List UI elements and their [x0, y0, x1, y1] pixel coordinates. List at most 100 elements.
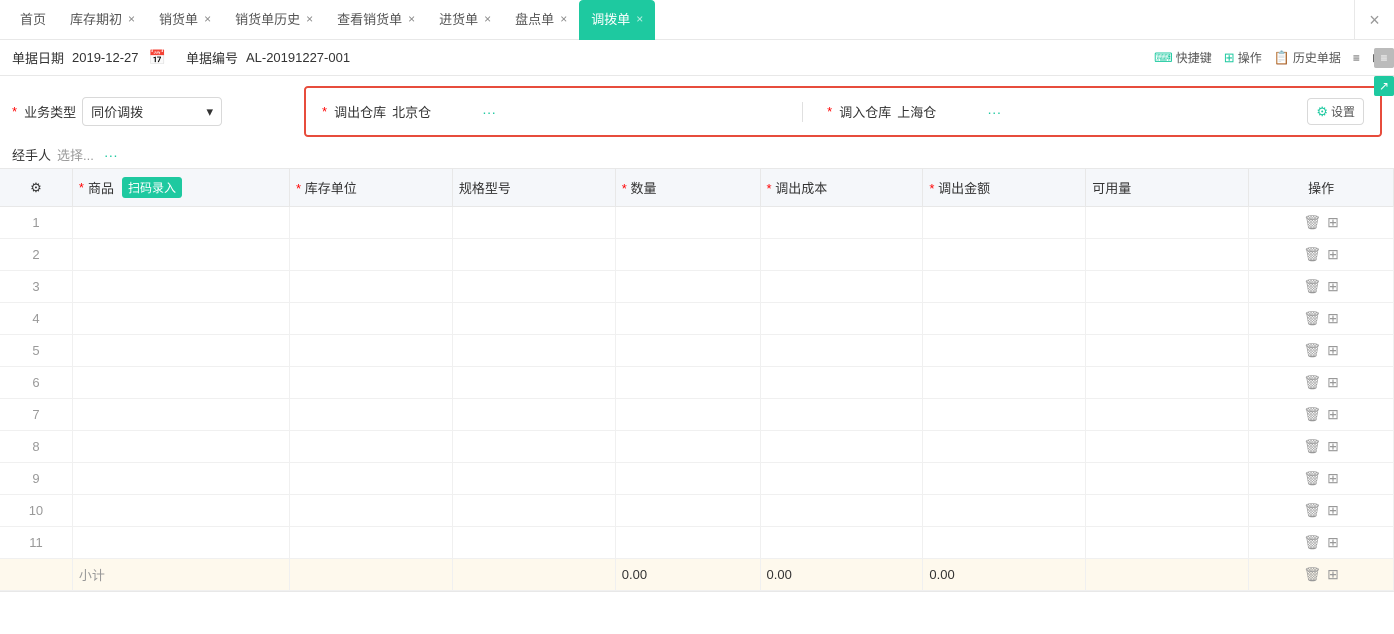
delete-icon-6[interactable]: 🗑 — [1303, 374, 1321, 391]
tab-close-sales-order[interactable]: × — [204, 12, 211, 26]
cell-unit-5[interactable] — [290, 335, 453, 367]
out-warehouse-value[interactable]: 北京仓 — [392, 102, 472, 121]
subtotal-copy-icon[interactable]: ⊞ — [1327, 566, 1339, 583]
cell-amount-1[interactable] — [923, 207, 1086, 239]
copy-icon-7[interactable]: ⊞ — [1327, 406, 1339, 423]
cell-available-6[interactable] — [1086, 367, 1249, 399]
cell-amount-3[interactable] — [923, 271, 1086, 303]
cell-amount-4[interactable] — [923, 303, 1086, 335]
cell-unit-3[interactable] — [290, 271, 453, 303]
cell-unit-6[interactable] — [290, 367, 453, 399]
cell-spec-6[interactable] — [452, 367, 615, 399]
window-close-button[interactable]: × — [1354, 0, 1394, 40]
tab-view-sales[interactable]: 查看销货单 × — [325, 0, 427, 40]
cell-spec-8[interactable] — [452, 431, 615, 463]
copy-icon-8[interactable]: ⊞ — [1327, 438, 1339, 455]
cell-spec-4[interactable] — [452, 303, 615, 335]
person-more-btn[interactable]: ··· — [104, 147, 118, 163]
cell-spec-2[interactable] — [452, 239, 615, 271]
person-select[interactable]: 选择... — [57, 145, 94, 164]
cell-unit-4[interactable] — [290, 303, 453, 335]
cell-product-4[interactable] — [72, 303, 289, 335]
gear-settings-icon[interactable]: ⚙ — [30, 180, 42, 195]
cell-product-11[interactable] — [72, 527, 289, 559]
cell-amount-5[interactable] — [923, 335, 1086, 367]
cell-cost-9[interactable] — [760, 463, 923, 495]
cell-available-7[interactable] — [1086, 399, 1249, 431]
tab-close-inventory-check[interactable]: × — [560, 12, 567, 26]
delete-icon-3[interactable]: 🗑 — [1303, 278, 1321, 295]
cell-available-11[interactable] — [1086, 527, 1249, 559]
tab-sales-order[interactable]: 销货单 × — [147, 0, 223, 40]
cell-cost-10[interactable] — [760, 495, 923, 527]
copy-icon-9[interactable]: ⊞ — [1327, 470, 1339, 487]
cell-spec-5[interactable] — [452, 335, 615, 367]
cell-unit-10[interactable] — [290, 495, 453, 527]
sidebar-notes-icon[interactable]: ≡ — [1374, 48, 1394, 68]
cell-amount-10[interactable] — [923, 495, 1086, 527]
tab-close-view-sales[interactable]: × — [408, 12, 415, 26]
cell-qty-4[interactable] — [615, 303, 760, 335]
cell-qty-2[interactable] — [615, 239, 760, 271]
cell-amount-6[interactable] — [923, 367, 1086, 399]
cell-cost-11[interactable] — [760, 527, 923, 559]
cell-amount-11[interactable] — [923, 527, 1086, 559]
cell-available-4[interactable] — [1086, 303, 1249, 335]
delete-icon-4[interactable]: 🗑 — [1303, 310, 1321, 327]
cell-cost-5[interactable] — [760, 335, 923, 367]
cell-spec-3[interactable] — [452, 271, 615, 303]
tab-inventory-check[interactable]: 盘点单 × — [503, 0, 579, 40]
in-warehouse-more-btn[interactable]: ··· — [987, 104, 1001, 120]
cell-cost-4[interactable] — [760, 303, 923, 335]
cell-product-5[interactable] — [72, 335, 289, 367]
calendar-icon[interactable]: 📅 — [149, 49, 166, 66]
cell-product-9[interactable] — [72, 463, 289, 495]
tab-close-sales-history[interactable]: × — [306, 12, 313, 26]
cell-qty-3[interactable] — [615, 271, 760, 303]
sidebar-export-icon[interactable]: ↗ — [1374, 76, 1394, 96]
cell-amount-8[interactable] — [923, 431, 1086, 463]
copy-icon-6[interactable]: ⊞ — [1327, 374, 1339, 391]
cell-cost-8[interactable] — [760, 431, 923, 463]
copy-icon-11[interactable]: ⊞ — [1327, 534, 1339, 551]
copy-icon-5[interactable]: ⊞ — [1327, 342, 1339, 359]
tab-sales-history[interactable]: 销货单历史 × — [223, 0, 325, 40]
cell-available-9[interactable] — [1086, 463, 1249, 495]
delete-icon-9[interactable]: 🗑 — [1303, 470, 1321, 487]
list-view-button[interactable]: ≡ — [1353, 51, 1360, 65]
operation-button[interactable]: ⊞ 操作 — [1224, 49, 1262, 66]
cell-product-1[interactable] — [72, 207, 289, 239]
copy-icon-3[interactable]: ⊞ — [1327, 278, 1339, 295]
cell-qty-1[interactable] — [615, 207, 760, 239]
cell-amount-9[interactable] — [923, 463, 1086, 495]
date-value[interactable]: 2019-12-27 — [72, 50, 139, 65]
cell-product-2[interactable] — [72, 239, 289, 271]
tab-close-inventory-init[interactable]: × — [128, 12, 135, 26]
shortcut-button[interactable]: ⌨ 快捷键 — [1154, 49, 1212, 66]
cell-product-7[interactable] — [72, 399, 289, 431]
cell-qty-7[interactable] — [615, 399, 760, 431]
cell-qty-9[interactable] — [615, 463, 760, 495]
copy-icon-2[interactable]: ⊞ — [1327, 246, 1339, 263]
cell-spec-10[interactable] — [452, 495, 615, 527]
delete-icon-5[interactable]: 🗑 — [1303, 342, 1321, 359]
cell-cost-6[interactable] — [760, 367, 923, 399]
cell-cost-7[interactable] — [760, 399, 923, 431]
biz-type-dropdown[interactable]: 同价调拨 ▾ — [82, 97, 222, 126]
delete-icon-7[interactable]: 🗑 — [1303, 406, 1321, 423]
cell-available-5[interactable] — [1086, 335, 1249, 367]
scan-button[interactable]: 扫码录入 — [122, 177, 182, 198]
cell-spec-1[interactable] — [452, 207, 615, 239]
delete-icon-1[interactable]: 🗑 — [1303, 214, 1321, 231]
cell-available-8[interactable] — [1086, 431, 1249, 463]
copy-icon-4[interactable]: ⊞ — [1327, 310, 1339, 327]
cell-product-8[interactable] — [72, 431, 289, 463]
cell-unit-8[interactable] — [290, 431, 453, 463]
tab-purchase[interactable]: 进货单 × — [427, 0, 503, 40]
cell-available-1[interactable] — [1086, 207, 1249, 239]
cell-amount-2[interactable] — [923, 239, 1086, 271]
tab-transfer[interactable]: 调拨单 × — [579, 0, 655, 40]
subtotal-delete-icon[interactable]: 🗑 — [1303, 566, 1321, 583]
delete-icon-8[interactable]: 🗑 — [1303, 438, 1321, 455]
cell-unit-2[interactable] — [290, 239, 453, 271]
